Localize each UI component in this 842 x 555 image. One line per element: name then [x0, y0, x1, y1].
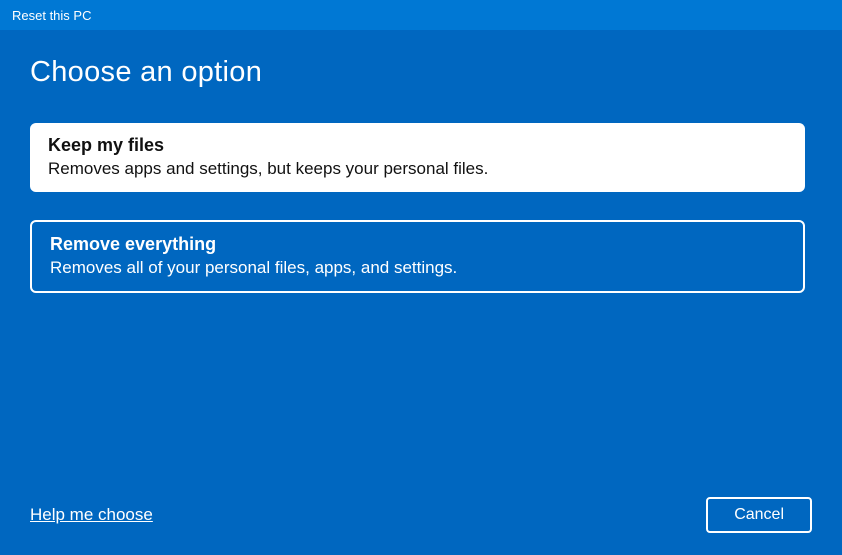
footer: Help me choose Cancel: [30, 497, 812, 533]
page-heading: Choose an option: [30, 56, 812, 89]
option-description: Removes all of your personal files, apps…: [50, 257, 785, 279]
option-title: Keep my files: [48, 135, 787, 156]
window-title: Reset this PC: [12, 8, 91, 23]
cancel-button[interactable]: Cancel: [706, 497, 812, 533]
option-title: Remove everything: [50, 234, 785, 255]
titlebar: Reset this PC: [0, 0, 842, 30]
option-remove-everything[interactable]: Remove everything Removes all of your pe…: [30, 220, 805, 293]
help-me-choose-link[interactable]: Help me choose: [30, 505, 153, 525]
option-keep-my-files[interactable]: Keep my files Removes apps and settings,…: [30, 123, 805, 192]
option-description: Removes apps and settings, but keeps you…: [48, 158, 787, 180]
content-area: Choose an option Keep my files Removes a…: [0, 30, 842, 293]
